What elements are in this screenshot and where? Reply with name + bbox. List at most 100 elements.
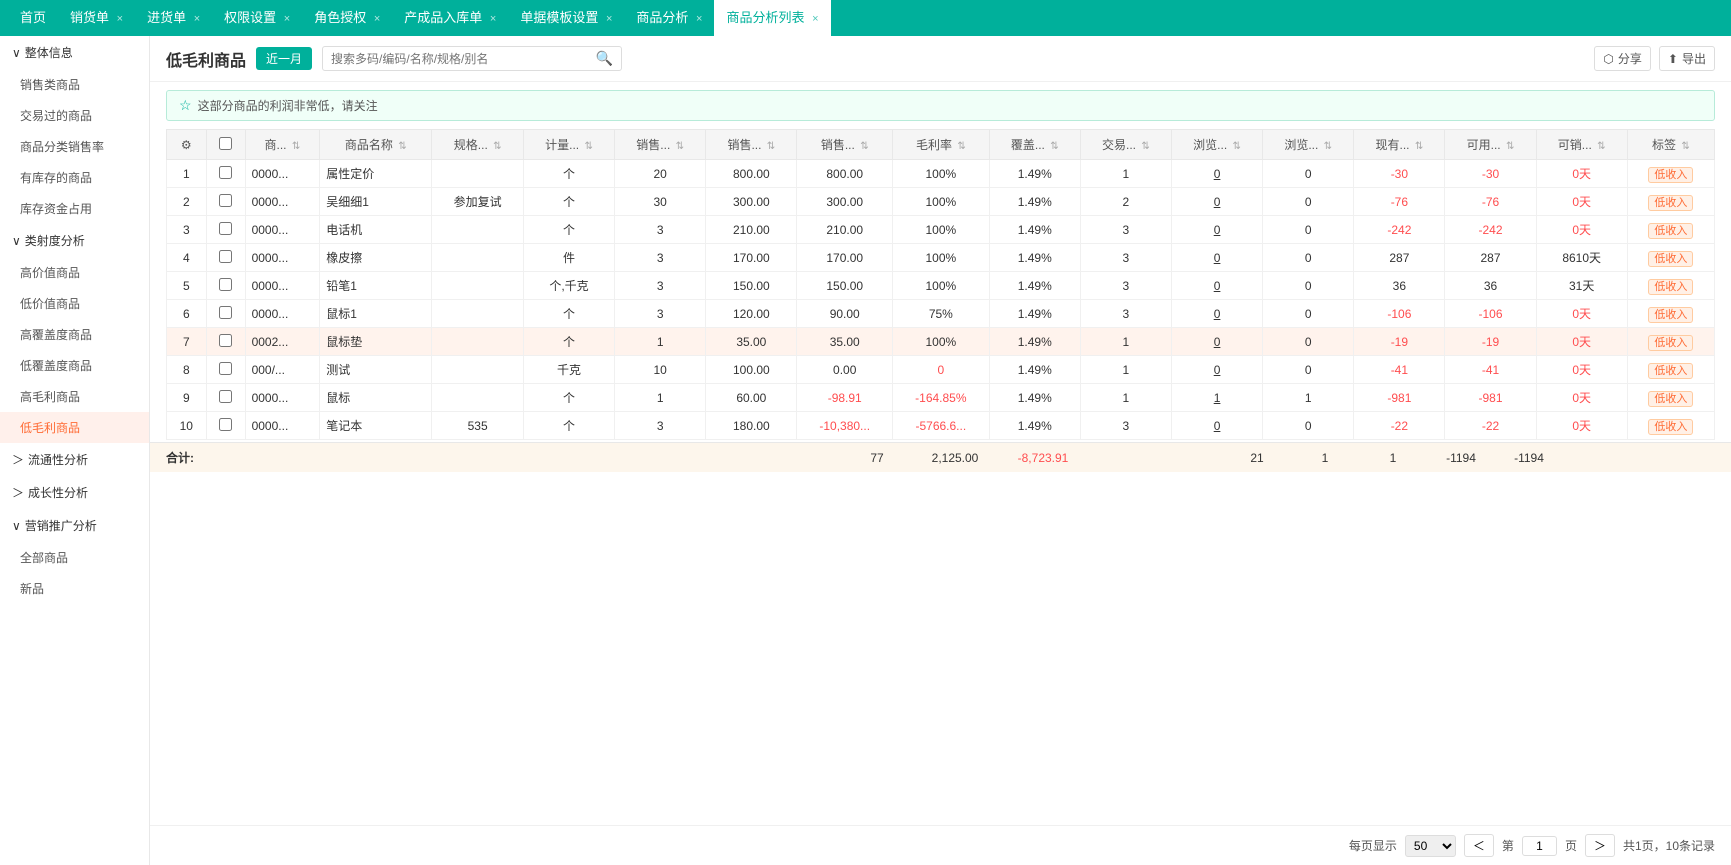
search-icon[interactable]: 🔍: [596, 50, 613, 67]
row-checkbox[interactable]: [206, 328, 245, 356]
row-checkbox[interactable]: [206, 300, 245, 328]
close-icon[interactable]: ×: [284, 13, 290, 25]
page-size-select[interactable]: 50 100 200: [1405, 835, 1456, 857]
row-select-checkbox[interactable]: [219, 250, 232, 263]
close-icon[interactable]: ×: [812, 13, 818, 25]
sidebar-section-marketing[interactable]: ∨ 营销推广分析: [0, 509, 149, 542]
close-icon[interactable]: ×: [194, 13, 200, 25]
sidebar-item-high-value[interactable]: 高价值商品: [0, 257, 149, 288]
row-checkbox[interactable]: [206, 216, 245, 244]
row-checkbox[interactable]: [206, 160, 245, 188]
row-select-checkbox[interactable]: [219, 222, 232, 235]
share-button[interactable]: ⬡ 分享: [1594, 46, 1651, 71]
row-current-stock: -242: [1354, 216, 1445, 244]
col-transaction[interactable]: 交易... ⇅: [1080, 130, 1171, 160]
col-sales-count[interactable]: 销售... ⇅: [615, 130, 706, 160]
col-name[interactable]: 商品名称 ⇅: [320, 130, 432, 160]
col-current-stock[interactable]: 现有... ⇅: [1354, 130, 1445, 160]
row-checkbox[interactable]: [206, 356, 245, 384]
row-checkbox[interactable]: [206, 244, 245, 272]
sidebar-section-growth[interactable]: ＞ 成长性分析: [0, 476, 149, 509]
row-checkbox[interactable]: [206, 272, 245, 300]
row-browse1[interactable]: 0: [1171, 216, 1262, 244]
row-select-checkbox[interactable]: [219, 306, 232, 319]
col-spec[interactable]: 规格... ⇅: [432, 130, 524, 160]
filter-button[interactable]: 近一月: [256, 47, 312, 70]
sidebar-item-stock-capital[interactable]: 库存资金占用: [0, 193, 149, 224]
sidebar-item-new-goods[interactable]: 新品: [0, 573, 149, 604]
next-page-button[interactable]: ＞: [1585, 834, 1615, 857]
sidebar-item-stocked-goods[interactable]: 有库存的商品: [0, 162, 149, 193]
col-coverage[interactable]: 覆盖... ⇅: [989, 130, 1080, 160]
row-browse1[interactable]: 0: [1171, 188, 1262, 216]
nav-item-products-in[interactable]: 产成品入库单 ×: [392, 0, 508, 36]
select-all-checkbox[interactable]: [219, 137, 232, 150]
col-available[interactable]: 可用... ⇅: [1445, 130, 1536, 160]
sidebar-item-high-margin[interactable]: 高毛利商品: [0, 381, 149, 412]
row-browse1[interactable]: 0: [1171, 272, 1262, 300]
row-browse1[interactable]: 0: [1171, 160, 1262, 188]
sidebar-item-all-goods[interactable]: 全部商品: [0, 542, 149, 573]
search-input[interactable]: [331, 52, 591, 66]
row-select-checkbox[interactable]: [219, 390, 232, 403]
row-select-checkbox[interactable]: [219, 418, 232, 431]
nav-item-purchase[interactable]: 进货单 ×: [135, 0, 212, 36]
nav-item-roles[interactable]: 角色授权 ×: [302, 0, 392, 36]
row-browse1[interactable]: 0: [1171, 300, 1262, 328]
nav-item-analysis-list[interactable]: 商品分析列表 ×: [714, 0, 830, 36]
col-tag[interactable]: 标签 ⇅: [1627, 130, 1714, 160]
row-browse1[interactable]: 0: [1171, 356, 1262, 384]
sidebar-section-overall[interactable]: ∨ 整体信息: [0, 36, 149, 69]
close-icon[interactable]: ×: [490, 13, 496, 25]
sidebar-item-high-coverage[interactable]: 高覆盖度商品: [0, 319, 149, 350]
sidebar-item-low-value[interactable]: 低价值商品: [0, 288, 149, 319]
row-select-checkbox[interactable]: [219, 362, 232, 375]
nav-item-sales[interactable]: 销货单 ×: [58, 0, 135, 36]
settings-icon[interactable]: ⚙: [181, 138, 192, 152]
sidebar-item-low-coverage[interactable]: 低覆盖度商品: [0, 350, 149, 381]
col-gear[interactable]: ⚙: [167, 130, 207, 160]
export-button[interactable]: ⬆ 导出: [1659, 46, 1715, 71]
row-transaction: 1: [1080, 384, 1171, 412]
page-label: 第: [1502, 837, 1514, 854]
row-select-checkbox[interactable]: [219, 278, 232, 291]
col-browse1[interactable]: 浏览... ⇅: [1171, 130, 1262, 160]
table-row: 3 0000... 电话机 个 3 210.00 210.00 100% 1.4…: [167, 216, 1715, 244]
row-browse1[interactable]: 0: [1171, 328, 1262, 356]
close-icon[interactable]: ×: [117, 13, 123, 25]
row-browse1[interactable]: 1: [1171, 384, 1262, 412]
prev-page-button[interactable]: ＜: [1464, 834, 1494, 857]
row-checkbox[interactable]: [206, 188, 245, 216]
sidebar-item-traded-goods[interactable]: 交易过的商品: [0, 100, 149, 131]
page-end-label: 页: [1565, 837, 1577, 854]
page-input[interactable]: [1522, 836, 1557, 856]
row-browse1[interactable]: 0: [1171, 244, 1262, 272]
close-icon[interactable]: ×: [374, 13, 380, 25]
row-browse2: 0: [1263, 412, 1354, 440]
row-checkbox[interactable]: [206, 384, 245, 412]
row-select-checkbox[interactable]: [219, 334, 232, 347]
col-code[interactable]: 商... ⇅: [245, 130, 320, 160]
nav-item-permissions[interactable]: 权限设置 ×: [212, 0, 302, 36]
nav-item-analysis[interactable]: 商品分析 ×: [624, 0, 714, 36]
nav-item-template[interactable]: 单据模板设置 ×: [508, 0, 624, 36]
sidebar-item-sales-goods[interactable]: 销售类商品: [0, 69, 149, 100]
close-icon[interactable]: ×: [696, 13, 702, 25]
sidebar-section-similarity[interactable]: ∨ 类射度分析: [0, 224, 149, 257]
collapse-icon: ＞: [12, 484, 24, 501]
sidebar-section-circulation[interactable]: ＞ 流通性分析: [0, 443, 149, 476]
col-sales-amount[interactable]: 销售... ⇅: [797, 130, 893, 160]
row-select-checkbox[interactable]: [219, 166, 232, 179]
nav-item-home[interactable]: 首页: [8, 0, 58, 36]
close-icon[interactable]: ×: [606, 13, 612, 25]
sidebar-item-low-margin[interactable]: 低毛利商品: [0, 412, 149, 443]
row-browse1[interactable]: 0: [1171, 412, 1262, 440]
col-gross-margin[interactable]: 毛利率 ⇅: [893, 130, 990, 160]
col-sellable[interactable]: 可销... ⇅: [1536, 130, 1627, 160]
sidebar-item-category-rate[interactable]: 商品分类销售率: [0, 131, 149, 162]
row-checkbox[interactable]: [206, 412, 245, 440]
row-select-checkbox[interactable]: [219, 194, 232, 207]
col-sales-price[interactable]: 销售... ⇅: [706, 130, 797, 160]
col-browse2[interactable]: 浏览... ⇅: [1263, 130, 1354, 160]
col-unit[interactable]: 计量... ⇅: [523, 130, 614, 160]
